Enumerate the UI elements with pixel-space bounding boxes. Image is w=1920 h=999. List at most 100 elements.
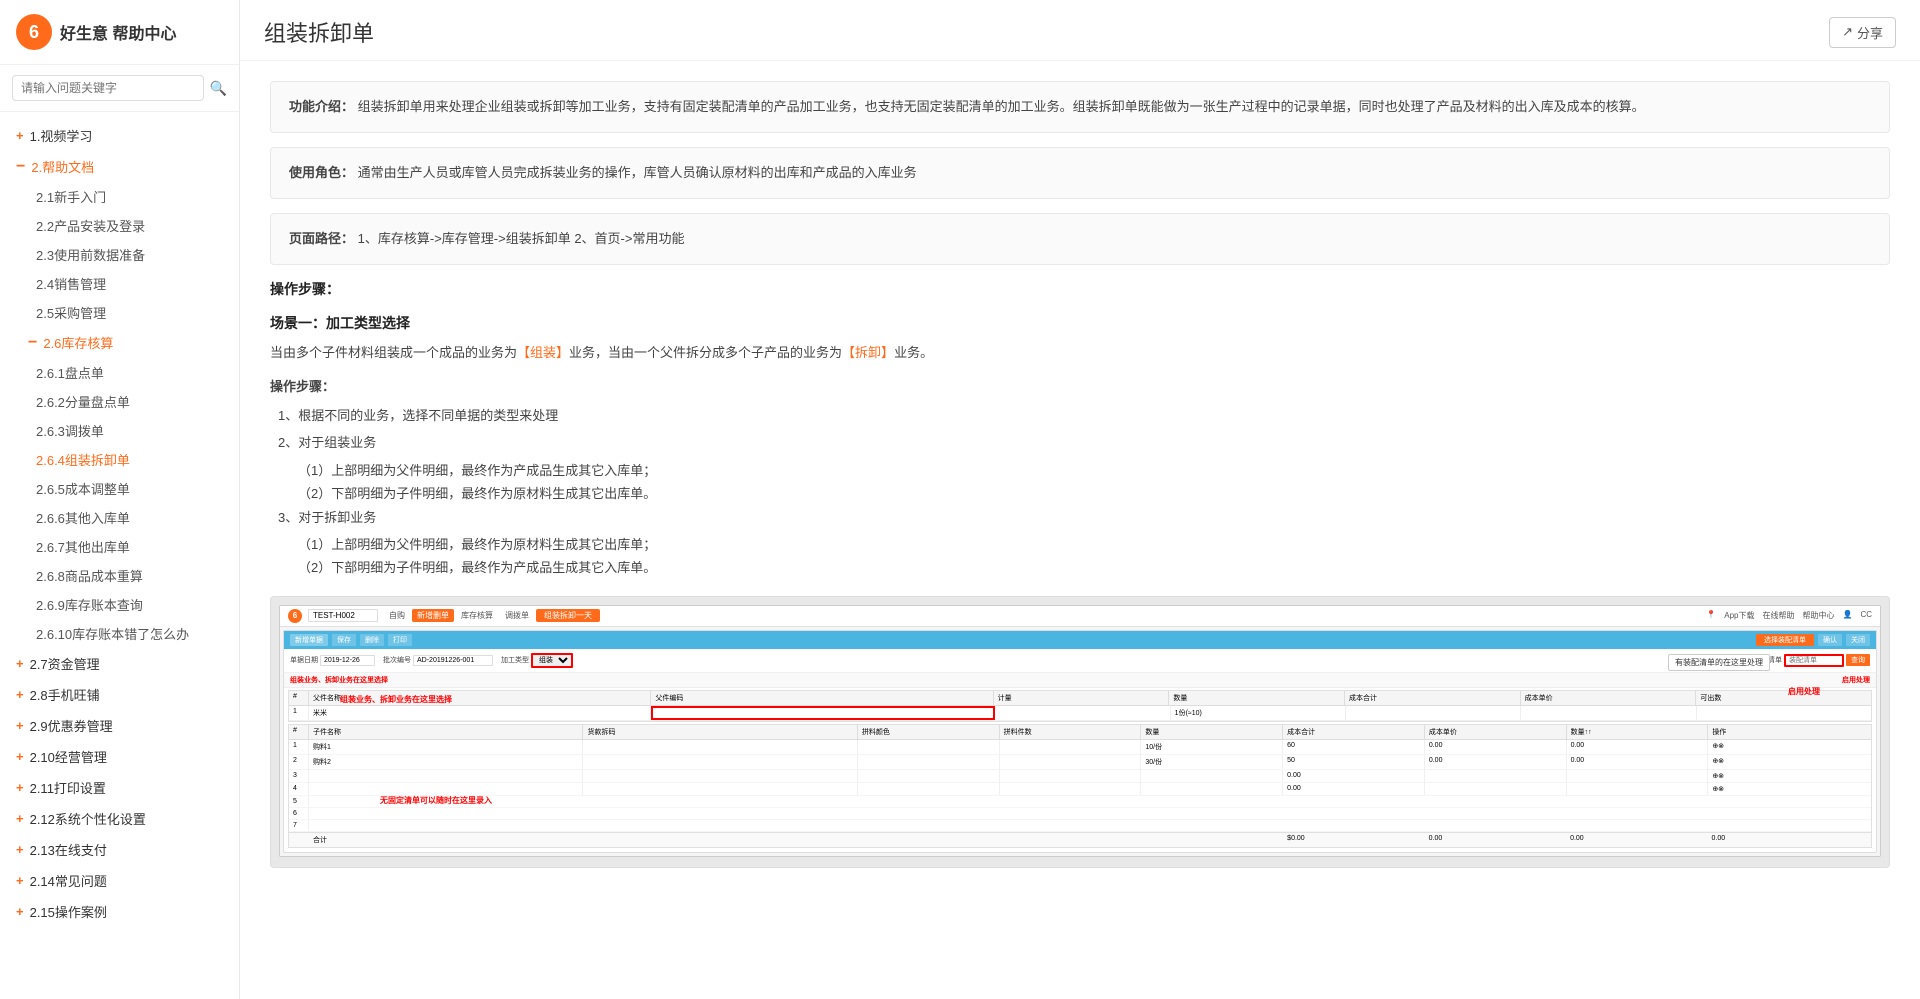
inner-form-row1: 单据日期 批次编号 加工类型 组装 xyxy=(284,649,1876,673)
sidebar-item-faq[interactable]: + 2.14常见问题 xyxy=(0,865,239,896)
user-role-text: 通常由生产人员或库管人员完成拆装业务的操作，库管人员确认原材料的出库和产成品的入… xyxy=(358,165,917,180)
inner-tab-home[interactable]: 自购 xyxy=(384,609,410,622)
inner-btn-save[interactable]: 保存 xyxy=(332,634,356,646)
lth-num: # xyxy=(289,725,309,739)
inner-lower-table: # 子件名称 货款拆码 拼料颜色 拼料件数 数量 成本合计 成本单价 数量↑↑ xyxy=(288,724,1872,848)
sidebar-sub-item-assembly[interactable]: 2.6.4组装拆卸单 xyxy=(0,445,239,474)
sidebar-item-online-payment[interactable]: + 2.13在线支付 xyxy=(0,834,239,865)
td-row1-code xyxy=(651,706,996,720)
td-row1-avail xyxy=(1697,706,1871,720)
sidebar-sub-item-cost-recalc[interactable]: 2.6.8商品成本重算 xyxy=(0,561,239,590)
lth-ops: 操作 xyxy=(1708,725,1871,739)
inner-tab-inventory[interactable]: 库存核算 xyxy=(456,609,498,622)
inner-field-bom: 装配清单 查询 xyxy=(1754,654,1870,667)
sidebar-sub-item-cost-adjust[interactable]: 2.6.5成本调整单 xyxy=(0,474,239,503)
step3-sub2: （2）下部明细为子件明细，最终作为产成品生成其它入库单。 xyxy=(298,556,1890,579)
lower-table-row1: 1 购料1 10/份 60 0.00 0.00 ⊕⊗ xyxy=(289,740,1871,755)
th-parent-code: 父件编码 xyxy=(651,691,993,705)
sidebar-search-area: 🔍 xyxy=(0,65,239,112)
search-input[interactable] xyxy=(12,75,204,101)
sidebar-item-fund-mgmt[interactable]: + 2.7资金管理 xyxy=(0,648,239,679)
sidebar-sub-item-stocktake[interactable]: 2.6.1盘点单 xyxy=(0,358,239,387)
lower-table-row7: 7 xyxy=(289,820,1871,832)
lth-cost-total: 成本合计 xyxy=(1283,725,1425,739)
sidebar-sub-item-other-in[interactable]: 2.6.6其他入库单 xyxy=(0,503,239,532)
page-path-text: 1、库存核算->库存管理->组装拆卸单 2、首页->常用功能 xyxy=(358,231,685,246)
sidebar-sub-item-other-out[interactable]: 2.6.7其他出库单 xyxy=(0,532,239,561)
sidebar-sub-item-ledger-query[interactable]: 2.6.9库存账本查询 xyxy=(0,590,239,619)
inner-tab-assembly[interactable]: 组装拆卸一天 xyxy=(536,609,600,622)
inner-bom-input[interactable] xyxy=(1784,654,1844,667)
lower-table-row4: 4 0.00 ⊕⊗ xyxy=(289,783,1871,796)
sidebar-item-video-learning[interactable]: + 1.视频学习 xyxy=(0,120,239,151)
inner-section-labels: 组装业务、拆卸业务在这里选择 启用处理 xyxy=(284,673,1876,688)
operation-sub-title: 操作步骤： xyxy=(270,375,1890,398)
td-row1-num: 1 xyxy=(289,706,309,720)
sidebar-item-print[interactable]: + 2.11打印设置 xyxy=(0,772,239,803)
inner-icon-pin: 📍 xyxy=(1706,610,1716,621)
sidebar-sub-item-sales[interactable]: 2.4销售管理 xyxy=(0,269,239,298)
sidebar-sub-item-portion-stocktake[interactable]: 2.6.2分量盘点单 xyxy=(0,387,239,416)
step3-sub1: （1）上部明细为父件明细，最终作为原材料生成其它出库单； xyxy=(298,533,1890,556)
inner-field-type: 加工类型 组装 拆卸 xyxy=(501,653,573,668)
inner-btn-confirm[interactable]: 确认 xyxy=(1818,634,1842,646)
sidebar-item-coupon[interactable]: + 2.9优惠券管理 xyxy=(0,710,239,741)
inner-btn-submit[interactable]: 选择装配清单 xyxy=(1756,634,1814,646)
lth-pieces: 拼料件数 xyxy=(1000,725,1142,739)
inner-logo-icon: 6 xyxy=(288,609,302,623)
sidebar-nav: + 1.视频学习 − 2.帮助文档 2.1新手入门 2.2产品安装及登录 2.3… xyxy=(0,112,239,999)
inner-content-area: 新增单据 保存 删除 打印 选择装配清单 确认 关闭 xyxy=(280,627,1880,856)
lower-table-row2: 2 购料2 30/份 50 0.00 0.00 ⊕⊗ xyxy=(289,755,1871,770)
th-num: # xyxy=(289,691,309,705)
sidebar-item-inventory[interactable]: − 2.6库存核算 xyxy=(0,327,239,358)
inner-text-app: App下载 xyxy=(1724,610,1754,621)
lth-child-code: 货款拆码 xyxy=(583,725,857,739)
inner-text-help: 在线帮助 xyxy=(1762,610,1794,621)
inner-company-input[interactable] xyxy=(308,609,378,622)
lower-table-row3: 3 0.00 ⊕⊗ xyxy=(289,770,1871,783)
expand-icon-212: + xyxy=(16,811,24,826)
expand-icon-214: + xyxy=(16,873,24,888)
inner-date-input[interactable] xyxy=(320,655,375,666)
step2-sub1: （1）上部明细为父件明细，最终作为产成品生成其它入库单； xyxy=(298,459,1890,482)
share-button[interactable]: ↗ 分享 xyxy=(1829,17,1896,48)
inner-bom-search-btn[interactable]: 查询 xyxy=(1846,654,1870,666)
inner-btn-print[interactable]: 打印 xyxy=(388,634,412,646)
sidebar-item-mobile[interactable]: + 2.8手机旺铺 xyxy=(0,679,239,710)
th-cost-total: 成本合计 xyxy=(1345,691,1521,705)
sidebar-item-personalize[interactable]: + 2.12系统个性化设置 xyxy=(0,803,239,834)
expand-icon-210: + xyxy=(16,749,24,764)
step2-sub2: （2）下部明细为子件明细，最终作为原材料生成其它出库单。 xyxy=(298,482,1890,505)
inner-type-select[interactable]: 组装 拆卸 xyxy=(531,653,573,668)
sidebar-sub-item-purchase[interactable]: 2.5采购管理 xyxy=(0,298,239,327)
sidebar-item-operation-mgmt[interactable]: + 2.10经营管理 xyxy=(0,741,239,772)
inner-btn-close-doc[interactable]: 关闭 xyxy=(1846,634,1870,646)
sidebar-sub-item-transfer[interactable]: 2.6.3调拨单 xyxy=(0,416,239,445)
lower-table-header: # 子件名称 货款拆码 拼料颜色 拼料件数 数量 成本合计 成本单价 数量↑↑ xyxy=(289,725,1871,740)
td-row1-qty: 1份(≈10) xyxy=(1171,706,1346,720)
sidebar-sub-item-data-prep[interactable]: 2.3使用前数据准备 xyxy=(0,240,239,269)
sidebar-sub-item-ledger-fix[interactable]: 2.6.10库存账本错了怎么办 xyxy=(0,619,239,648)
search-button[interactable]: 🔍 xyxy=(210,80,227,97)
user-role-label: 使用角色： xyxy=(289,165,354,180)
sidebar-sub-item-newbie[interactable]: 2.1新手入门 xyxy=(0,182,239,211)
lth-color: 拼料颜色 xyxy=(858,725,1000,739)
th-cost-unit: 成本单价 xyxy=(1521,691,1697,705)
th-unit: 计量 xyxy=(994,691,1170,705)
lth-cost-unit2: 成本单价 xyxy=(1425,725,1567,739)
inner-btn-delete[interactable]: 删除 xyxy=(360,634,384,646)
inner-field-date: 单据日期 xyxy=(290,655,375,666)
inner-btn-new-doc[interactable]: 新增单据 xyxy=(290,634,328,646)
page-path-box: 页面路径： 1、库存核算->库存管理->组装拆卸单 2、首页->常用功能 xyxy=(270,213,1890,265)
step3-title: 3、对于拆卸业务 xyxy=(278,506,1890,529)
expand-icon-29: + xyxy=(16,718,24,733)
inner-tab-transfer[interactable]: 调拨单 xyxy=(500,609,534,622)
td-row1-name: 米米 xyxy=(309,706,651,720)
inner-text-helpcenter: 帮助中心 xyxy=(1802,610,1834,621)
sidebar-item-help-docs[interactable]: − 2.帮助文档 xyxy=(0,151,239,182)
user-role-box: 使用角色： 通常由生产人员或库管人员完成拆装业务的操作，库管人员确认原材料的出库… xyxy=(270,147,1890,199)
inner-batch-input[interactable] xyxy=(413,655,493,666)
inner-tab-new[interactable]: 新增删单 xyxy=(412,609,454,622)
sidebar-item-cases[interactable]: + 2.15操作案例 xyxy=(0,896,239,927)
sidebar-sub-item-install[interactable]: 2.2产品安装及登录 xyxy=(0,211,239,240)
